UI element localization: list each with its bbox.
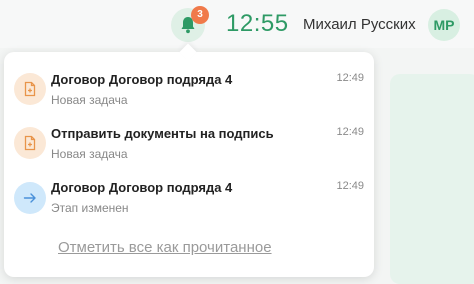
user-name[interactable]: Михаил Русских: [303, 16, 416, 33]
notifications-dropdown: Договор Договор подряда 4 Новая задача 1…: [4, 52, 374, 277]
notification-subtitle: Новая задача: [51, 93, 128, 107]
notification-time: 12:49: [336, 72, 364, 84]
top-bar: 3 12:55 Михаил Русских МР: [0, 0, 474, 48]
notification-subtitle: Новая задача: [51, 147, 128, 161]
arrow-right-icon: [14, 182, 46, 214]
avatar[interactable]: МР: [428, 9, 460, 41]
clock: 12:55: [226, 10, 289, 37]
notification-item[interactable]: Договор Договор подряда 4 Этап изменен 1…: [4, 180, 374, 232]
notification-title: Договор Договор подряда 4: [51, 72, 233, 87]
document-plus-icon: [14, 127, 46, 159]
notification-subtitle: Этап изменен: [51, 201, 129, 215]
document-plus-icon: [14, 73, 46, 105]
background-card: [390, 74, 474, 284]
notification-title: Отправить документы на подпись: [51, 126, 274, 141]
notification-title: Договор Договор подряда 4: [51, 180, 233, 195]
notification-item[interactable]: Отправить документы на подпись Новая зад…: [4, 126, 374, 178]
notification-time: 12:49: [336, 180, 364, 192]
notification-count-badge: 3: [191, 6, 209, 24]
notification-item[interactable]: Договор Договор подряда 4 Новая задача 1…: [4, 72, 374, 124]
notification-time: 12:49: [336, 126, 364, 138]
mark-all-read-link[interactable]: Отметить все как прочитанное: [58, 239, 272, 256]
